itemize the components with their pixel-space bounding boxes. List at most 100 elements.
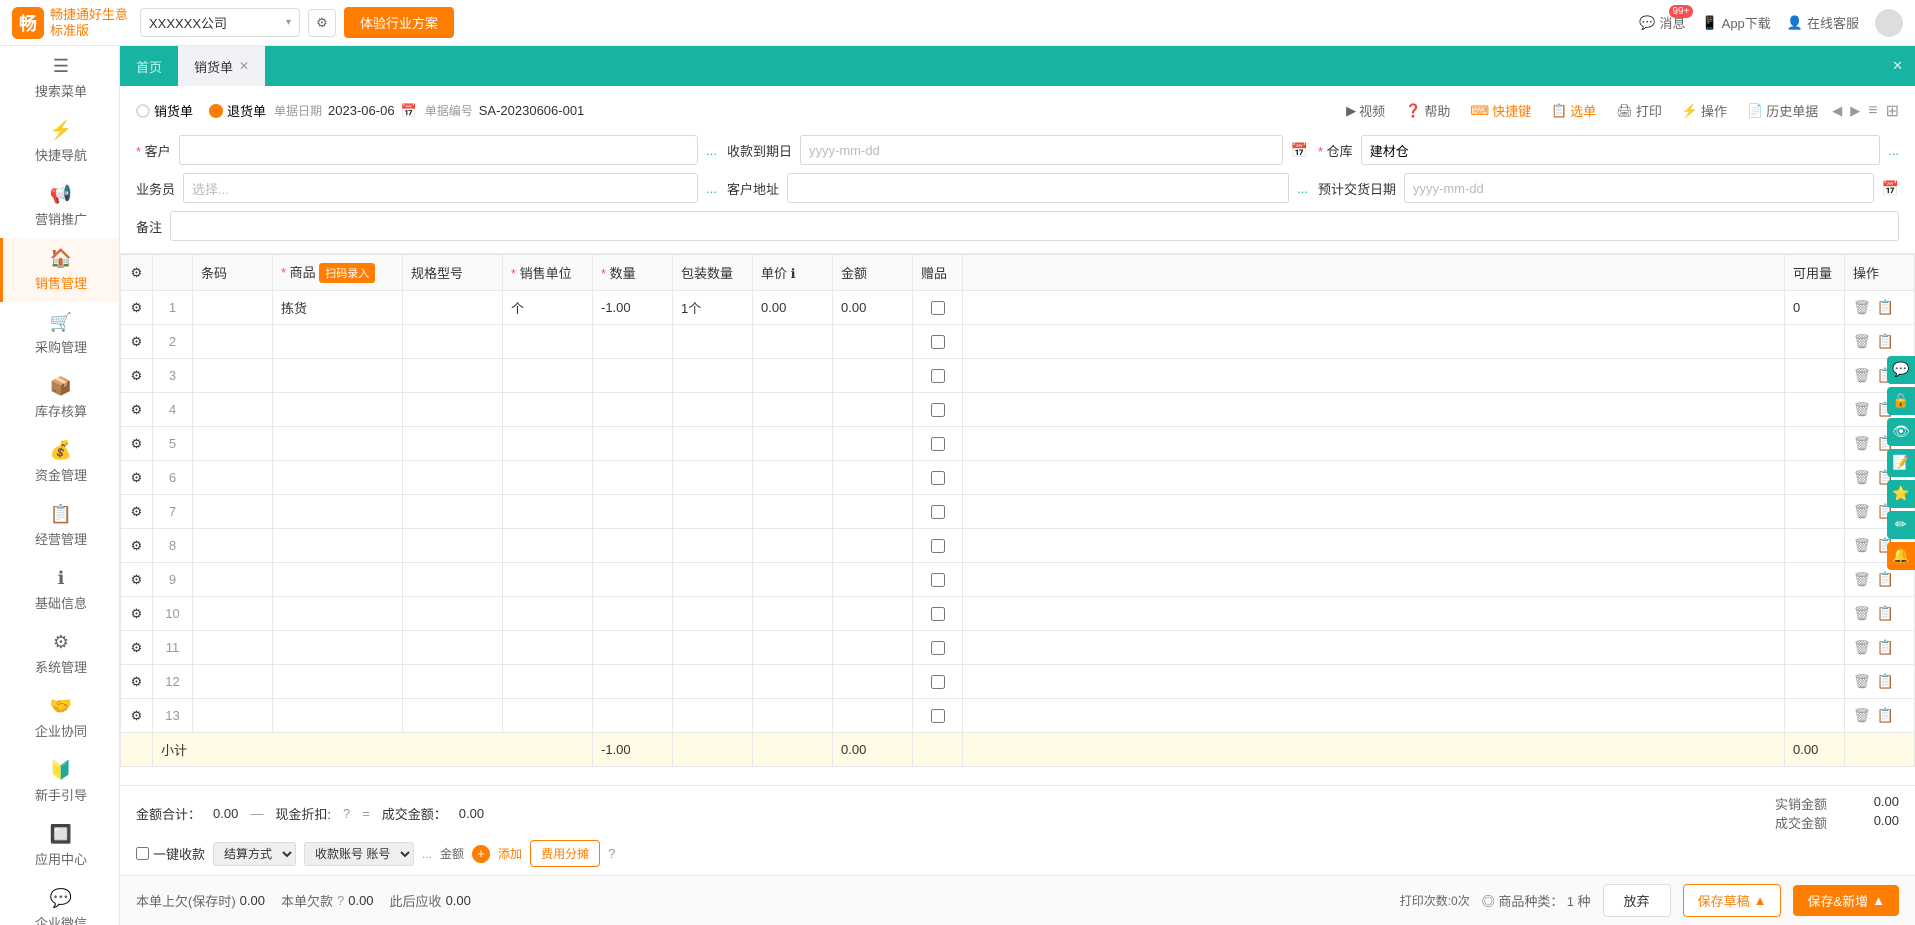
row-gear-2[interactable]: ⚙ — [121, 325, 153, 359]
trial-button[interactable]: 体验行业方案 — [344, 7, 454, 38]
row-amount-1[interactable]: 0.00 — [833, 291, 913, 325]
delivery-date-input[interactable]: yyyy-mm-dd — [1404, 173, 1874, 203]
copy-icon-11[interactable]: 📋 — [1877, 639, 1894, 656]
settings-icon[interactable]: ⚙ — [308, 9, 336, 37]
row-product-2[interactable] — [273, 325, 403, 359]
sidebar-item-quick-nav[interactable]: ⚡ 快捷导航 — [0, 110, 119, 174]
row-spec-7[interactable] — [403, 495, 503, 529]
row-qty-9[interactable] — [593, 563, 673, 597]
warehouse-dots[interactable]: ... — [1888, 143, 1899, 158]
row-unit-price-13[interactable] — [753, 699, 833, 733]
row-pkg-qty-2[interactable] — [673, 325, 753, 359]
row-amount-12[interactable] — [833, 665, 913, 699]
gift-checkbox-13[interactable] — [931, 709, 945, 723]
row-spec-5[interactable] — [403, 427, 503, 461]
gift-checkbox-1[interactable] — [931, 301, 945, 315]
copy-icon-13[interactable]: 📋 — [1877, 707, 1894, 724]
gift-checkbox-3[interactable] — [931, 369, 945, 383]
customer-dots[interactable]: ... — [706, 143, 717, 158]
row-product-3[interactable] — [273, 359, 403, 393]
row-amount-7[interactable] — [833, 495, 913, 529]
row-amount-5[interactable] — [833, 427, 913, 461]
row-product-7[interactable] — [273, 495, 403, 529]
add-payment-button[interactable]: + — [472, 845, 490, 863]
row-gear-4[interactable]: ⚙ — [121, 393, 153, 427]
row-note-7[interactable] — [963, 495, 1785, 529]
row-product-11[interactable] — [273, 631, 403, 665]
row-note-12[interactable] — [963, 665, 1785, 699]
customer-input[interactable] — [179, 135, 698, 165]
row-unit-price-4[interactable] — [753, 393, 833, 427]
row-qty-10[interactable] — [593, 597, 673, 631]
delete-icon-12[interactable]: 🗑 — [1853, 673, 1871, 690]
row-gift-8[interactable] — [913, 529, 963, 563]
row-unit-7[interactable] — [503, 495, 593, 529]
row-pkg-qty-8[interactable] — [673, 529, 753, 563]
row-gear-8[interactable]: ⚙ — [121, 529, 153, 563]
row-note-13[interactable] — [963, 699, 1785, 733]
gift-checkbox-5[interactable] — [931, 437, 945, 451]
shortcut-btn[interactable]: ⌨ 快捷键 — [1464, 98, 1537, 123]
tab-sales-order[interactable]: 销货单 ✕ — [178, 46, 265, 86]
video-btn[interactable]: ▶ 视频 — [1340, 98, 1391, 123]
row-product-6[interactable] — [273, 461, 403, 495]
radio-sales-order[interactable]: 销货单 — [136, 101, 193, 120]
address-dots[interactable]: ... — [1297, 181, 1308, 196]
row-gift-6[interactable] — [913, 461, 963, 495]
row-pkg-qty-9[interactable] — [673, 563, 753, 597]
row-barcode-5[interactable] — [193, 427, 273, 461]
gift-checkbox-9[interactable] — [931, 573, 945, 587]
row-unit-price-10[interactable] — [753, 597, 833, 631]
row-unit-8[interactable] — [503, 529, 593, 563]
calendar-icon[interactable]: 📅 — [401, 103, 417, 119]
delete-icon-1[interactable]: 🗑 — [1853, 299, 1871, 316]
salesperson-dots[interactable]: ... — [706, 181, 717, 196]
row-gift-9[interactable] — [913, 563, 963, 597]
row-spec-13[interactable] — [403, 699, 503, 733]
row-spec-12[interactable] — [403, 665, 503, 699]
row-spec-1[interactable] — [403, 291, 503, 325]
sidebar-item-finance[interactable]: 💰 资金管理 — [0, 430, 119, 494]
short-help-icon[interactable]: ? — [337, 893, 344, 908]
row-gift-10[interactable] — [913, 597, 963, 631]
row-gift-13[interactable] — [913, 699, 963, 733]
save-new-button[interactable]: 保存&新增 ▲ — [1793, 885, 1899, 916]
sidebar-item-system[interactable]: ⚙ 系统管理 — [0, 622, 119, 686]
row-pkg-qty-1[interactable]: 1个 — [673, 291, 753, 325]
row-amount-2[interactable] — [833, 325, 913, 359]
row-unit-price-6[interactable] — [753, 461, 833, 495]
row-product-4[interactable] — [273, 393, 403, 427]
row-gear-10[interactable]: ⚙ — [121, 597, 153, 631]
row-spec-3[interactable] — [403, 359, 503, 393]
avatar[interactable] — [1875, 9, 1903, 37]
delete-icon-7[interactable]: 🗑 — [1853, 503, 1871, 520]
row-qty-7[interactable] — [593, 495, 673, 529]
row-qty-13[interactable] — [593, 699, 673, 733]
row-spec-9[interactable] — [403, 563, 503, 597]
sidebar-item-enterprise[interactable]: 🤝 企业协同 — [0, 686, 119, 750]
row-gear-11[interactable]: ⚙ — [121, 631, 153, 665]
row-qty-8[interactable] — [593, 529, 673, 563]
scan-button[interactable]: 扫码录入 — [319, 263, 375, 283]
row-amount-13[interactable] — [833, 699, 913, 733]
copy-icon-12[interactable]: 📋 — [1877, 673, 1894, 690]
row-barcode-2[interactable] — [193, 325, 273, 359]
row-note-2[interactable] — [963, 325, 1785, 359]
tab-home[interactable]: 首页 — [120, 46, 178, 86]
row-pkg-qty-12[interactable] — [673, 665, 753, 699]
copy-icon-10[interactable]: 📋 — [1877, 605, 1894, 622]
expense-split-button[interactable]: 费用分摊 — [530, 840, 600, 867]
due-date-input[interactable]: yyyy-mm-dd — [800, 135, 1283, 165]
row-note-5[interactable] — [963, 427, 1785, 461]
th-gear[interactable]: ⚙ — [121, 255, 153, 291]
row-unit-1[interactable]: 个 — [503, 291, 593, 325]
row-barcode-11[interactable] — [193, 631, 273, 665]
row-unit-13[interactable] — [503, 699, 593, 733]
sidebar-item-apps[interactable]: 🔲 应用中心 — [0, 814, 119, 878]
row-qty-5[interactable] — [593, 427, 673, 461]
row-unit-10[interactable] — [503, 597, 593, 631]
row-product-5[interactable] — [273, 427, 403, 461]
payment-method-select[interactable]: 结算方式 — [213, 842, 296, 866]
expense-help-icon[interactable]: ? — [608, 846, 615, 861]
row-pkg-qty-11[interactable] — [673, 631, 753, 665]
